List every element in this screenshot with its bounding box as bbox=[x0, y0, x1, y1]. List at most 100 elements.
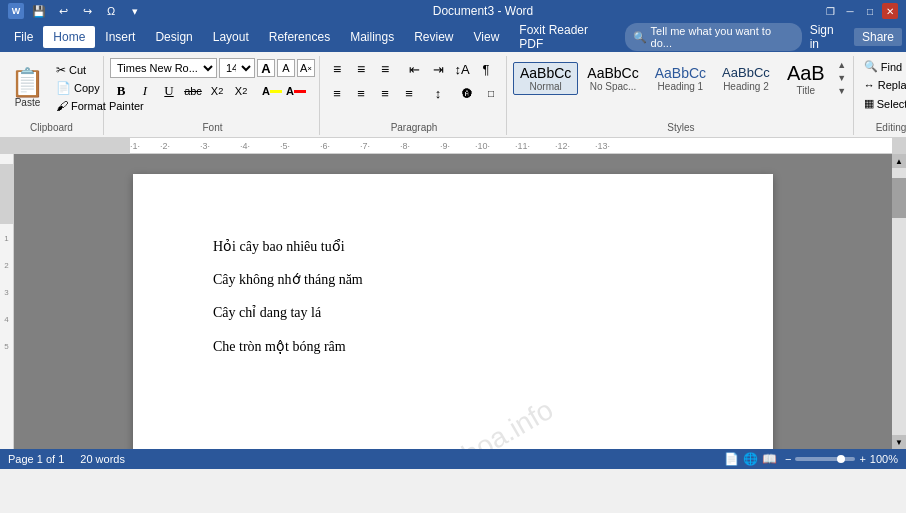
menu-layout[interactable]: Layout bbox=[203, 26, 259, 48]
zoom-bar: − + 100% bbox=[785, 453, 898, 465]
clear-format-btn[interactable]: A× bbox=[297, 59, 315, 77]
scroll-down-btn[interactable]: ▼ bbox=[892, 435, 906, 449]
font-name-select[interactable]: Times New Ro... bbox=[110, 58, 217, 78]
text-highlight-button[interactable]: A bbox=[261, 80, 283, 102]
scroll-track[interactable] bbox=[892, 168, 906, 435]
menu-file[interactable]: File bbox=[4, 26, 43, 48]
maximize-btn[interactable]: □ bbox=[862, 3, 878, 19]
editing-group-label: Editing bbox=[860, 120, 906, 133]
title-bar: W 💾 ↩ ↪ Ω ▾ Document3 - Word ❐ ─ □ ✕ bbox=[0, 0, 906, 22]
menu-mailings[interactable]: Mailings bbox=[340, 26, 404, 48]
style-normal-btn[interactable]: AaBbCc Normal bbox=[513, 62, 578, 96]
quick-customize-btn[interactable]: ▾ bbox=[126, 2, 144, 20]
view-read-icon[interactable]: 📖 bbox=[762, 452, 777, 466]
shading-btn[interactable]: 🅐 bbox=[456, 82, 478, 104]
horizontal-ruler: ·1· ·2· ·3· ·4· ·5· ·6· ·7· ·8· ·9· ·10·… bbox=[0, 138, 906, 154]
quick-redo-btn[interactable]: ↪ bbox=[78, 2, 96, 20]
styles-expand-btn[interactable]: ▼ bbox=[837, 87, 846, 96]
document-page[interactable]: sachgiaokhoa.info Hỏi cây bao nhiêu tuổi… bbox=[133, 174, 773, 449]
menu-review[interactable]: Review bbox=[404, 26, 463, 48]
align-left-btn[interactable]: ≡ bbox=[326, 82, 348, 104]
menu-home[interactable]: Home bbox=[43, 26, 95, 48]
replace-button[interactable]: ↔ Replace bbox=[860, 77, 906, 93]
zoom-slider[interactable] bbox=[795, 457, 855, 461]
menu-foxit[interactable]: Foxit Reader PDF bbox=[509, 19, 624, 55]
style-nospace-preview: AaBbCc bbox=[587, 65, 638, 82]
share-btn[interactable]: Share bbox=[854, 28, 902, 46]
styles-scroll-up-btn[interactable]: ▲ bbox=[837, 61, 846, 70]
underline-button[interactable]: U bbox=[158, 80, 180, 102]
minimize-btn[interactable]: ─ bbox=[842, 3, 858, 19]
style-nospace-btn[interactable]: AaBbCc No Spac... bbox=[580, 62, 645, 96]
superscript-button[interactable]: X2 bbox=[230, 80, 252, 102]
view-print-icon[interactable]: 📄 bbox=[724, 452, 739, 466]
show-hide-btn[interactable]: ¶ bbox=[475, 58, 497, 80]
para-row2: ≡ ≡ ≡ ≡ ↕ 🅐 □ bbox=[326, 82, 502, 104]
justify-btn[interactable]: ≡ bbox=[398, 82, 420, 104]
zoom-plus-btn[interactable]: + bbox=[859, 453, 865, 465]
search-box[interactable]: 🔍 Tell me what you want to do... bbox=[625, 23, 802, 51]
select-icon: ▦ bbox=[864, 97, 874, 110]
find-button[interactable]: 🔍 Find bbox=[860, 58, 906, 75]
select-label: Select bbox=[877, 98, 906, 110]
find-icon: 🔍 bbox=[864, 60, 878, 73]
style-heading1-preview: AaBbCc bbox=[655, 65, 706, 82]
line-2: Cây không nhớ tháng năm bbox=[213, 267, 713, 292]
subscript-button[interactable]: X2 bbox=[206, 80, 228, 102]
paste-button[interactable]: 📋 Paste bbox=[6, 58, 49, 118]
editing-group: 🔍 Find ↔ Replace ▦ Select ▾ Editing bbox=[856, 56, 906, 135]
borders-btn[interactable]: □ bbox=[480, 82, 502, 104]
text-color-button[interactable]: A bbox=[285, 80, 307, 102]
restore-btn[interactable]: ❐ bbox=[822, 3, 838, 19]
style-heading1-btn[interactable]: AaBbCc Heading 1 bbox=[648, 62, 713, 96]
strikethrough-button[interactable]: abc bbox=[182, 80, 204, 102]
increase-indent-btn[interactable]: ⇥ bbox=[427, 58, 449, 80]
clipboard-group-label: Clipboard bbox=[6, 120, 97, 133]
close-btn[interactable]: ✕ bbox=[882, 3, 898, 19]
zoom-thumb[interactable] bbox=[837, 455, 845, 463]
styles-scroll-down-btn[interactable]: ▼ bbox=[837, 74, 846, 83]
select-button[interactable]: ▦ Select ▾ bbox=[860, 95, 906, 112]
menu-design[interactable]: Design bbox=[145, 26, 202, 48]
decrease-indent-btn[interactable]: ⇤ bbox=[403, 58, 425, 80]
menu-insert[interactable]: Insert bbox=[95, 26, 145, 48]
zoom-minus-btn[interactable]: − bbox=[785, 453, 791, 465]
bullets-button[interactable]: ≡ bbox=[326, 58, 348, 80]
bold-button[interactable]: B bbox=[110, 80, 132, 102]
view-web-icon[interactable]: 🌐 bbox=[743, 452, 758, 466]
menu-references[interactable]: References bbox=[259, 26, 340, 48]
quick-save-btn[interactable]: 💾 bbox=[30, 2, 48, 20]
multilevel-button[interactable]: ≡ bbox=[374, 58, 396, 80]
paste-label: Paste bbox=[15, 97, 41, 108]
font-shrink-btn[interactable]: A bbox=[277, 59, 295, 77]
font-row1: Times New Ro... 14 A A A× bbox=[110, 58, 315, 78]
italic-button[interactable]: I bbox=[134, 80, 156, 102]
sign-in-btn[interactable]: Sign in bbox=[810, 23, 846, 51]
clipboard-group: 📋 Paste ✂ Cut 📄 Copy 🖌 Format Painter Cl… bbox=[4, 56, 104, 135]
font-size-select[interactable]: 14 bbox=[219, 58, 255, 78]
style-heading2-preview: AaBbCc bbox=[722, 65, 770, 81]
vertical-scrollbar[interactable]: ▲ ▼ bbox=[892, 154, 906, 449]
scroll-thumb[interactable] bbox=[892, 178, 906, 218]
quick-omega-btn[interactable]: Ω bbox=[102, 2, 120, 20]
menu-right: 🔍 Tell me what you want to do... Sign in… bbox=[625, 23, 902, 51]
font-grow-btn[interactable]: A bbox=[257, 59, 275, 77]
page-container: sachgiaokhoa.info Hỏi cây bao nhiêu tuổi… bbox=[14, 154, 892, 449]
line-1: Hỏi cây bao nhiêu tuổi bbox=[213, 234, 713, 259]
style-title-preview: AaB bbox=[787, 61, 825, 85]
menu-view[interactable]: View bbox=[464, 26, 510, 48]
align-center-btn[interactable]: ≡ bbox=[350, 82, 372, 104]
quick-undo-btn[interactable]: ↩ bbox=[54, 2, 72, 20]
line-3: Cây chỉ dang tay lá bbox=[213, 300, 713, 325]
numbering-button[interactable]: ≡ bbox=[350, 58, 372, 80]
line-spacing-btn[interactable]: ↕ bbox=[427, 82, 449, 104]
scroll-up-btn[interactable]: ▲ bbox=[892, 154, 906, 168]
style-title-btn[interactable]: AaB Title bbox=[779, 58, 833, 99]
align-right-btn[interactable]: ≡ bbox=[374, 82, 396, 104]
style-heading2-btn[interactable]: AaBbCc Heading 2 bbox=[715, 62, 777, 95]
page-content: Hỏi cây bao nhiêu tuổi Cây không nhớ thá… bbox=[213, 234, 713, 359]
format-painter-icon: 🖌 bbox=[56, 99, 68, 113]
font-group-label: Font bbox=[110, 120, 315, 133]
styles-group: AaBbCc Normal AaBbCc No Spac... AaBbCc H… bbox=[509, 56, 854, 135]
sort-btn[interactable]: ↕A bbox=[451, 58, 473, 80]
